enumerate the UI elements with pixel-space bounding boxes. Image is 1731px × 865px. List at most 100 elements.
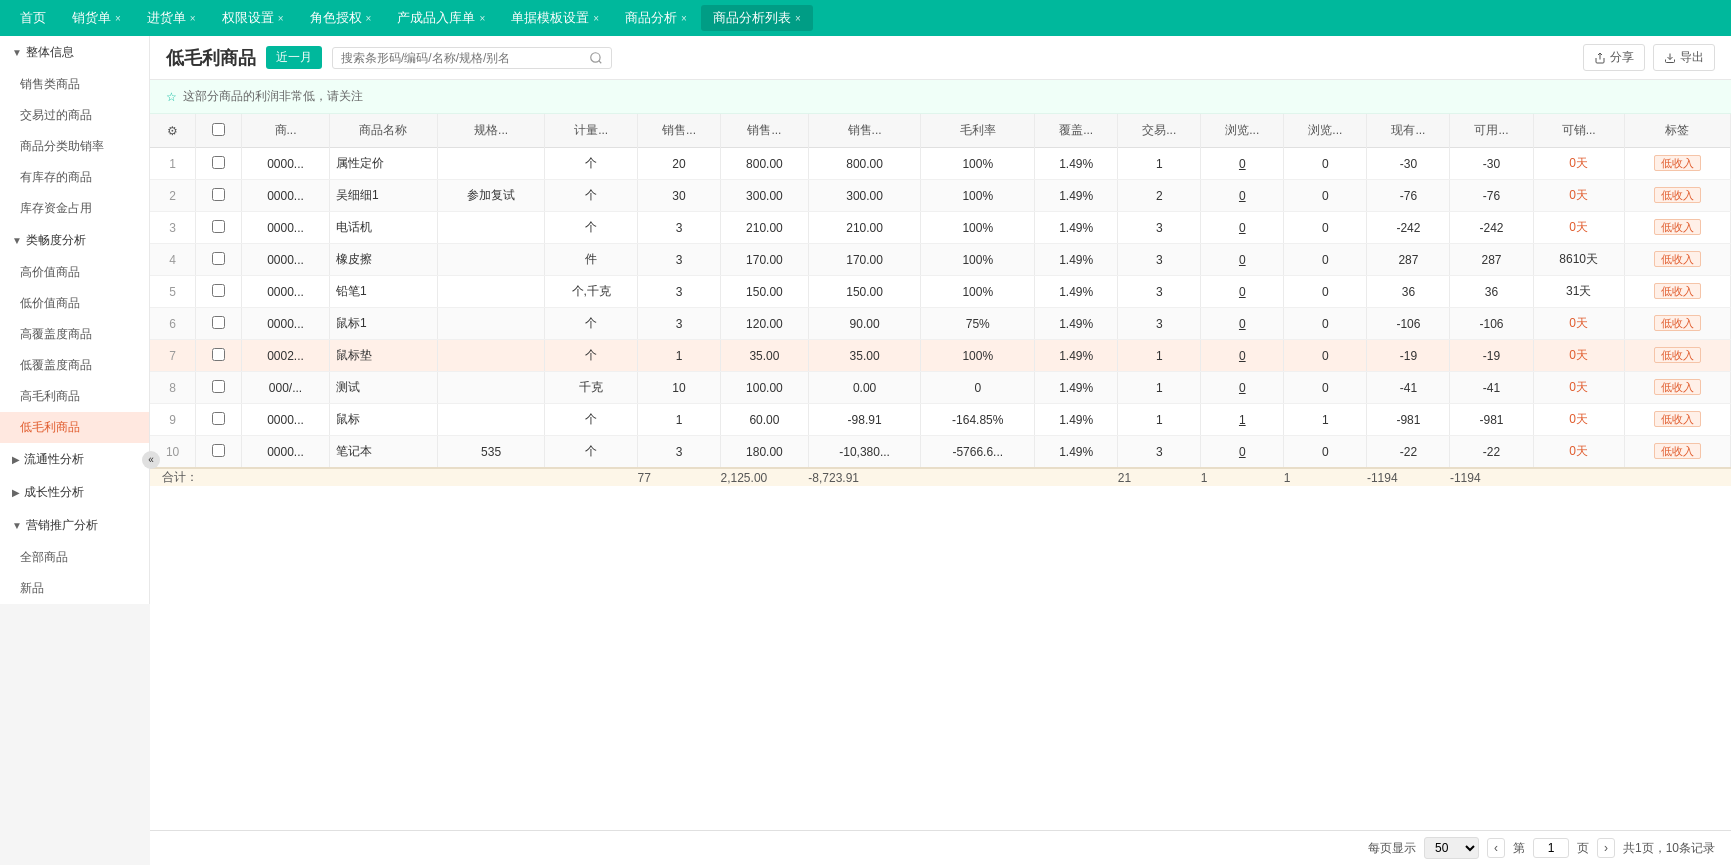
row-checkbox-cell[interactable] xyxy=(196,308,242,340)
nav-home[interactable]: 首页 xyxy=(8,5,58,31)
row-checkbox[interactable] xyxy=(212,252,225,265)
next-page-button[interactable]: › xyxy=(1597,838,1615,858)
export-button[interactable]: 导出 xyxy=(1653,44,1715,71)
row-checkbox-cell[interactable] xyxy=(196,340,242,372)
row-browse1[interactable]: 0 xyxy=(1201,308,1284,340)
col-settings[interactable]: ⚙ xyxy=(150,114,196,148)
share-button[interactable]: 分享 xyxy=(1583,44,1645,71)
row-checkbox-cell[interactable] xyxy=(196,404,242,436)
sidebar-item-high-margin[interactable]: 高毛利商品 xyxy=(0,381,149,412)
select-all-checkbox[interactable] xyxy=(212,123,225,136)
per-page-select[interactable]: 50 100 200 xyxy=(1424,837,1479,859)
row-checkbox[interactable] xyxy=(212,316,225,329)
row-checkbox-cell[interactable] xyxy=(196,436,242,469)
row-num: 6 xyxy=(150,308,196,340)
nav-template[interactable]: 单据模板设置 × xyxy=(499,5,611,31)
sidebar-group-growth[interactable]: ▶ 成长性分析 xyxy=(0,476,149,509)
sidebar-item-low-value[interactable]: 低价值商品 xyxy=(0,288,149,319)
row-unit: 个 xyxy=(545,340,637,372)
row-coverage: 1.49% xyxy=(1035,212,1118,244)
nav-permission-close[interactable]: × xyxy=(278,13,284,24)
nav-template-close[interactable]: × xyxy=(593,13,599,24)
row-checkbox[interactable] xyxy=(212,156,225,169)
row-checkbox[interactable] xyxy=(212,380,225,393)
sidebar-item-inventory-goods[interactable]: 有库存的商品 xyxy=(0,162,149,193)
row-browse1[interactable]: 1 xyxy=(1201,404,1284,436)
nav-permission[interactable]: 权限设置 × xyxy=(210,5,296,31)
search-input[interactable] xyxy=(341,51,583,65)
row-checkbox[interactable] xyxy=(212,220,225,233)
nav-analysis[interactable]: 商品分析 × xyxy=(613,5,699,31)
sidebar-item-high-coverage[interactable]: 高覆盖度商品 xyxy=(0,319,149,350)
row-checkbox[interactable] xyxy=(212,348,225,361)
sidebar-item-inventory-capital[interactable]: 库存资金占用 xyxy=(0,193,149,224)
nav-role-close[interactable]: × xyxy=(366,13,372,24)
total-row: 合计： 77 2,125.00 -8,723.91 21 1 1 -1194 -… xyxy=(150,468,1731,486)
row-browse1[interactable]: 0 xyxy=(1201,244,1284,276)
row-browse1[interactable]: 0 xyxy=(1201,148,1284,180)
row-name: 电话机 xyxy=(329,212,437,244)
sidebar-group-popularity[interactable]: ▼ 类畅度分析 xyxy=(0,224,149,257)
row-checkbox[interactable] xyxy=(212,284,225,297)
date-filter-button[interactable]: 近一月 xyxy=(266,46,322,69)
row-browse1[interactable]: 0 xyxy=(1201,212,1284,244)
sidebar-collapse-button[interactable]: « xyxy=(142,451,160,469)
sidebar-item-new-goods[interactable]: 新品 xyxy=(0,573,149,604)
col-sales-qty: 销售... xyxy=(637,114,720,148)
row-checkbox-cell[interactable] xyxy=(196,244,242,276)
top-nav: 首页 销货单 × 进货单 × 权限设置 × 角色授权 × 产成品入库单 × 单据… xyxy=(0,0,1731,36)
share-icon xyxy=(1594,52,1606,64)
nav-analysis-list[interactable]: 商品分析列表 × xyxy=(701,5,813,31)
sidebar-group-overall[interactable]: ▼ 整体信息 xyxy=(0,36,149,69)
page-input[interactable] xyxy=(1533,838,1569,858)
nav-purchase-close[interactable]: × xyxy=(190,13,196,24)
row-checkbox-cell[interactable] xyxy=(196,372,242,404)
nav-sales-close[interactable]: × xyxy=(115,13,121,24)
tag-badge: 低收入 xyxy=(1654,315,1701,331)
row-checkbox-cell[interactable] xyxy=(196,276,242,308)
nav-product-entry[interactable]: 产成品入库单 × xyxy=(385,5,497,31)
col-current: 现有... xyxy=(1367,114,1450,148)
nav-sales[interactable]: 销货单 × xyxy=(60,5,133,31)
sidebar-group-overall-label: 整体信息 xyxy=(26,44,74,61)
sidebar-item-high-value[interactable]: 高价值商品 xyxy=(0,257,149,288)
nav-analysis-list-close[interactable]: × xyxy=(795,13,801,24)
sidebar-item-all-goods[interactable]: 全部商品 xyxy=(0,542,149,573)
row-current: -242 xyxy=(1367,212,1450,244)
row-browse1[interactable]: 0 xyxy=(1201,180,1284,212)
sidebar-item-low-coverage[interactable]: 低覆盖度商品 xyxy=(0,350,149,381)
row-checkbox-cell[interactable] xyxy=(196,212,242,244)
row-browse1[interactable]: 0 xyxy=(1201,340,1284,372)
row-checkbox[interactable] xyxy=(212,444,225,457)
popularity-arrow-icon: ▼ xyxy=(12,235,22,246)
prev-page-button[interactable]: ‹ xyxy=(1487,838,1505,858)
nav-role[interactable]: 角色授权 × xyxy=(298,5,384,31)
row-checkbox[interactable] xyxy=(212,188,225,201)
nav-product-entry-close[interactable]: × xyxy=(479,13,485,24)
nav-purchase[interactable]: 进货单 × xyxy=(135,5,208,31)
row-checkbox[interactable] xyxy=(212,412,225,425)
marketing-arrow-icon: ▼ xyxy=(12,520,22,531)
sidebar-group-liquidity[interactable]: ▶ 流通性分析 xyxy=(0,443,149,476)
sidebar-item-category-rate[interactable]: 商品分类助销率 xyxy=(0,131,149,162)
export-icon xyxy=(1664,52,1676,64)
row-sales-qty: 20 xyxy=(637,148,720,180)
sidebar-item-low-margin[interactable]: 低毛利商品 xyxy=(0,412,149,443)
row-checkbox-cell[interactable] xyxy=(196,148,242,180)
nav-analysis-close[interactable]: × xyxy=(681,13,687,24)
row-trade: 3 xyxy=(1118,212,1201,244)
row-browse1[interactable]: 0 xyxy=(1201,436,1284,469)
col-spec: 规格... xyxy=(437,114,545,148)
table-row: 4 0000... 橡皮擦 件 3 170.00 170.00 100% 1.4… xyxy=(150,244,1731,276)
row-browse1[interactable]: 0 xyxy=(1201,372,1284,404)
sidebar-item-traded-goods[interactable]: 交易过的商品 xyxy=(0,100,149,131)
row-num: 8 xyxy=(150,372,196,404)
sidebar-group-marketing[interactable]: ▼ 营销推广分析 xyxy=(0,509,149,542)
sidebar-item-sales-goods[interactable]: 销售类商品 xyxy=(0,69,149,100)
col-checkbox[interactable] xyxy=(196,114,242,148)
row-tag: 低收入 xyxy=(1624,244,1730,276)
row-gross-margin: 100% xyxy=(921,340,1035,372)
row-unit: 个,千克 xyxy=(545,276,637,308)
row-browse1[interactable]: 0 xyxy=(1201,276,1284,308)
row-checkbox-cell[interactable] xyxy=(196,180,242,212)
